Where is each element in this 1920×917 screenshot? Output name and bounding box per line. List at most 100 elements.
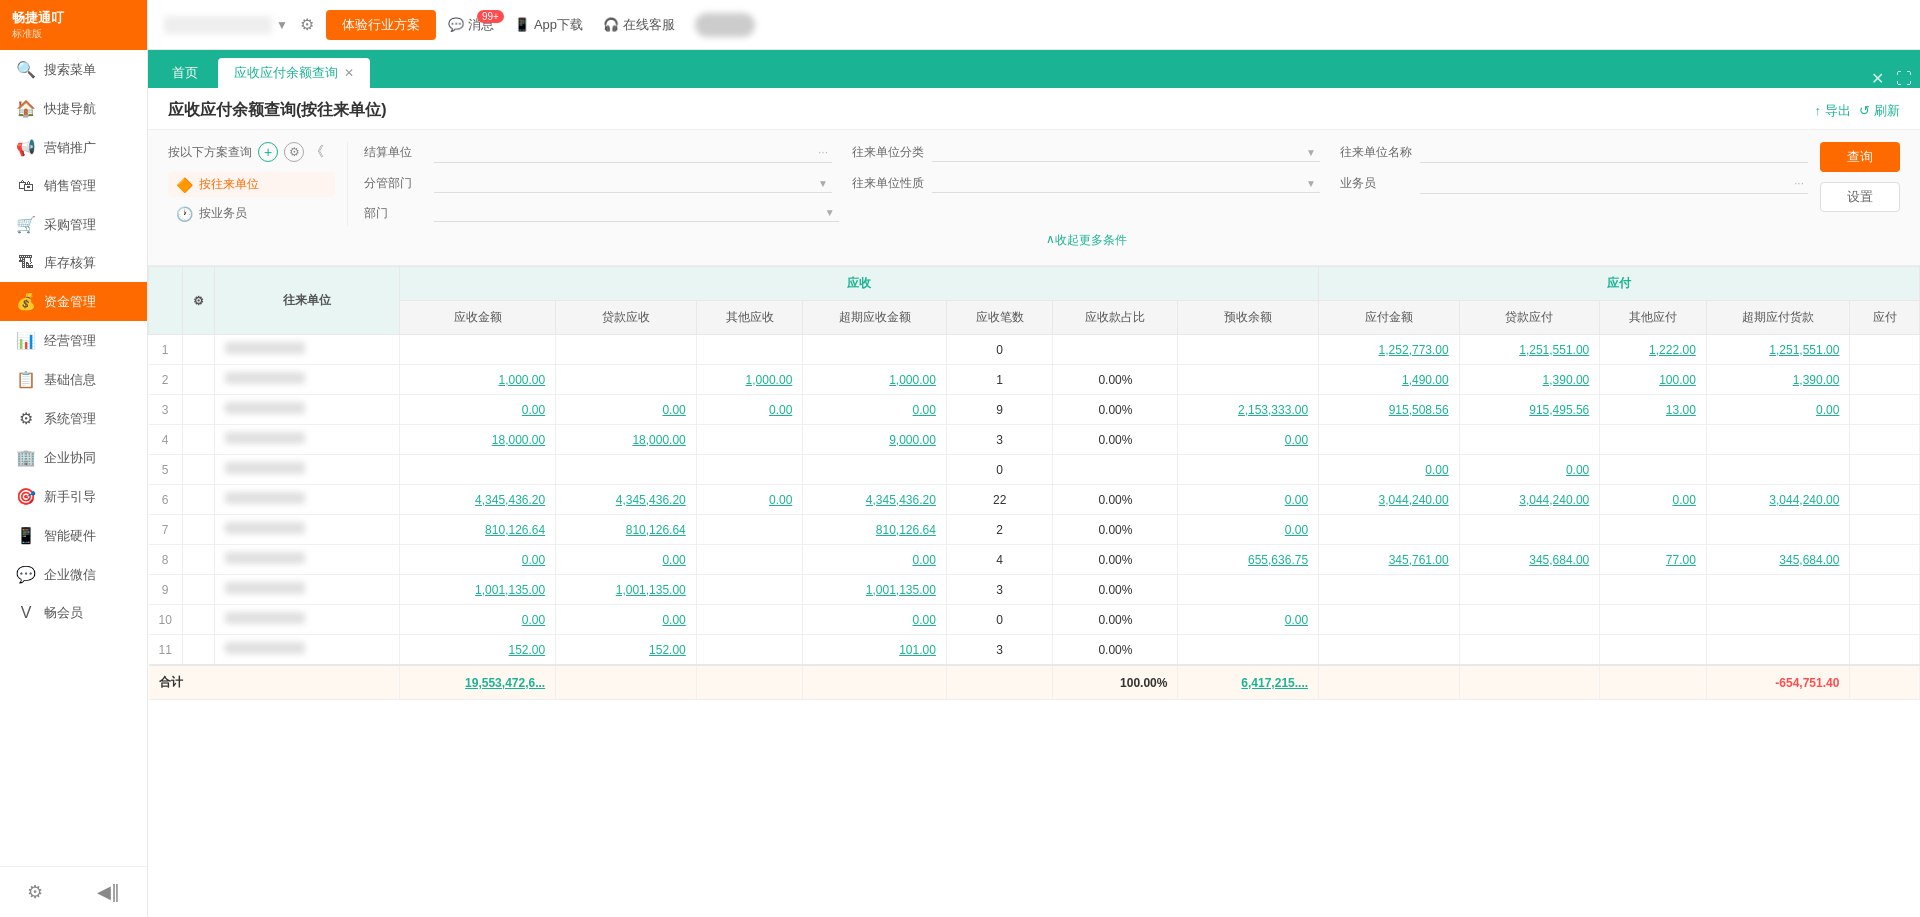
filter-add-btn[interactable]: +	[258, 142, 278, 162]
tab-ar-ap[interactable]: 应收应付余额查询 ✕	[218, 58, 370, 88]
online-service-btn[interactable]: 🎧 在线客服	[603, 16, 675, 34]
cell-ap_loan[interactable]: 1,390.00	[1459, 365, 1600, 395]
cell-ar_amount[interactable]: 0.00	[400, 605, 556, 635]
filter-nav-collapse-icon[interactable]: 《	[310, 143, 324, 161]
cell-ap_overdue[interactable]: 3,044,240.00	[1706, 485, 1850, 515]
sidebar-item-system[interactable]: ⚙ 系统管理	[0, 399, 147, 438]
cell-ar_loan[interactable]: 4,345,436.20	[556, 485, 697, 515]
cell-ar_count[interactable]: 0	[946, 455, 1053, 485]
sidebar-item-smart-hw[interactable]: 📱 智能硬件	[0, 516, 147, 555]
sidebar-item-inventory[interactable]: 🏗 库存核算	[0, 244, 147, 282]
cell-ar_prepay[interactable]: 0.00	[1178, 515, 1319, 545]
cell-ar_overdue[interactable]: 9,000.00	[803, 425, 947, 455]
cell-ar_count[interactable]: 0	[946, 335, 1053, 365]
dept2-select[interactable]: ▼	[434, 204, 839, 222]
cell-ar_count[interactable]: 9	[946, 395, 1053, 425]
cell-ap_loan[interactable]: 345,684.00	[1459, 545, 1600, 575]
cell-ar_amount[interactable]: 0.00	[400, 545, 556, 575]
cell-ar_prepay[interactable]: 2,153,333.00	[1178, 395, 1319, 425]
cell-ar_prepay[interactable]: 0.00	[1178, 605, 1319, 635]
cell-ar_count[interactable]: 1	[946, 365, 1053, 395]
cell-ar_overdue[interactable]: 810,126.64	[803, 515, 947, 545]
footer-ar-prepay[interactable]: 6,417,215....	[1178, 665, 1319, 700]
cell-ar_other[interactable]: 0.00	[696, 485, 803, 515]
sidebar-item-search-menu[interactable]: 🔍 搜索菜单	[0, 50, 147, 89]
salesman-dots[interactable]: ···	[1794, 176, 1804, 190]
cell-ar_amount[interactable]: 18,000.00	[400, 425, 556, 455]
partner-type-select[interactable]: ▼	[932, 144, 1320, 162]
sidebar-item-basic-info[interactable]: 📋 基础信息	[0, 360, 147, 399]
cell-ar_loan[interactable]: 0.00	[556, 545, 697, 575]
tab-close-icon[interactable]: ✕	[344, 66, 354, 80]
cell-ap_loan[interactable]: 915,495.56	[1459, 395, 1600, 425]
tab-home[interactable]: 首页	[156, 58, 214, 88]
cell-ar_other[interactable]: 1,000.00	[696, 365, 803, 395]
cell-ar_loan[interactable]: 810,126.64	[556, 515, 697, 545]
sidebar-item-quick-nav[interactable]: 🏠 快捷导航	[0, 89, 147, 128]
user-avatar[interactable]	[695, 13, 755, 37]
cell-ap_amount[interactable]: 1,252,773.00	[1319, 335, 1460, 365]
cell-ar_count[interactable]: 4	[946, 545, 1053, 575]
sidebar-item-marketing[interactable]: 📢 营销推广	[0, 128, 147, 167]
cell-ar_count[interactable]: 3	[946, 425, 1053, 455]
cell-ap_loan[interactable]: 3,044,240.00	[1459, 485, 1600, 515]
cell-ar_loan[interactable]: 0.00	[556, 395, 697, 425]
cell-ap_amount[interactable]: 3,044,240.00	[1319, 485, 1460, 515]
refresh-btn[interactable]: ↺ 刷新	[1859, 102, 1900, 120]
cell-ar_other[interactable]: 0.00	[696, 395, 803, 425]
sidebar-item-member[interactable]: V 畅会员	[0, 594, 147, 632]
cell-ar_prepay[interactable]: 0.00	[1178, 425, 1319, 455]
cell-ar_ratio[interactable]: 0.00%	[1053, 515, 1178, 545]
cell-ar_count[interactable]: 3	[946, 575, 1053, 605]
cell-ar_overdue[interactable]: 1,001,135.00	[803, 575, 947, 605]
filter-settings-icon[interactable]: ⚙	[284, 142, 304, 162]
cell-ar_ratio[interactable]: 0.00%	[1053, 425, 1178, 455]
cell-ar_overdue[interactable]: 0.00	[803, 605, 947, 635]
cell-ar_amount[interactable]: 4,345,436.20	[400, 485, 556, 515]
cell-ar_overdue[interactable]: 0.00	[803, 545, 947, 575]
cell-ap_overdue[interactable]: 1,390.00	[1706, 365, 1850, 395]
cell-ar_amount[interactable]: 152.00	[400, 635, 556, 666]
cell-ar_ratio[interactable]: 0.00%	[1053, 485, 1178, 515]
sidebar-collapse-btn[interactable]: ◀‖	[87, 875, 130, 909]
sidebar-item-purchase[interactable]: 🛒 采购管理	[0, 205, 147, 244]
sidebar-item-wechat[interactable]: 💬 企业微信	[0, 555, 147, 594]
cell-ap_amount[interactable]: 345,761.00	[1319, 545, 1460, 575]
cell-ar_prepay[interactable]: 0.00	[1178, 485, 1319, 515]
jiesuan-dots[interactable]: ···	[818, 145, 828, 159]
filter-by-salesman[interactable]: 🕐 按业务员	[168, 201, 335, 226]
cell-ar_count[interactable]: 3	[946, 635, 1053, 666]
sidebar-item-capital[interactable]: 💰 资金管理	[0, 282, 147, 321]
cell-ap_overdue[interactable]: 1,251,551.00	[1706, 335, 1850, 365]
th-settings[interactable]: ⚙	[182, 267, 214, 335]
cell-ar_overdue[interactable]: 1,000.00	[803, 365, 947, 395]
cell-ar_ratio[interactable]: 0.00%	[1053, 395, 1178, 425]
cell-ar_loan[interactable]: 0.00	[556, 605, 697, 635]
export-btn[interactable]: ↑ 导出	[1815, 102, 1852, 120]
cell-ar_amount[interactable]: 1,001,135.00	[400, 575, 556, 605]
cell-ap_overdue[interactable]: 0.00	[1706, 395, 1850, 425]
cell-ar_ratio[interactable]: 0.00%	[1053, 635, 1178, 666]
header-gear-icon[interactable]: ⚙	[300, 15, 314, 34]
cell-ap_amount[interactable]: 915,508.56	[1319, 395, 1460, 425]
cell-ar_overdue[interactable]: 0.00	[803, 395, 947, 425]
collapse-more-btn[interactable]: ∧ 收起更多条件	[364, 228, 1808, 253]
sidebar-item-management[interactable]: 📊 经营管理	[0, 321, 147, 360]
footer-ar-amount[interactable]: 19,553,472,6...	[400, 665, 556, 700]
cell-ar_count[interactable]: 2	[946, 515, 1053, 545]
cell-ap_other[interactable]: 100.00	[1600, 365, 1707, 395]
cell-ar_count[interactable]: 0	[946, 605, 1053, 635]
cell-ar_loan[interactable]: 18,000.00	[556, 425, 697, 455]
query-btn[interactable]: 查询	[1820, 142, 1900, 172]
cell-ap_other[interactable]: 0.00	[1600, 485, 1707, 515]
cell-ap_amount[interactable]: 0.00	[1319, 455, 1460, 485]
industry-btn[interactable]: 体验行业方案	[326, 10, 436, 40]
cell-ap_loan[interactable]: 1,251,551.00	[1459, 335, 1600, 365]
cell-ar_prepay[interactable]: 655,636.75	[1178, 545, 1319, 575]
cell-ap_other[interactable]: 1,222.00	[1600, 335, 1707, 365]
cell-ap_loan[interactable]: 0.00	[1459, 455, 1600, 485]
sidebar-item-enterprise[interactable]: 🏢 企业协同	[0, 438, 147, 477]
cell-ar_amount[interactable]: 0.00	[400, 395, 556, 425]
cell-ar_count[interactable]: 22	[946, 485, 1053, 515]
tab-close-all-icon[interactable]: ✕	[1871, 69, 1884, 88]
